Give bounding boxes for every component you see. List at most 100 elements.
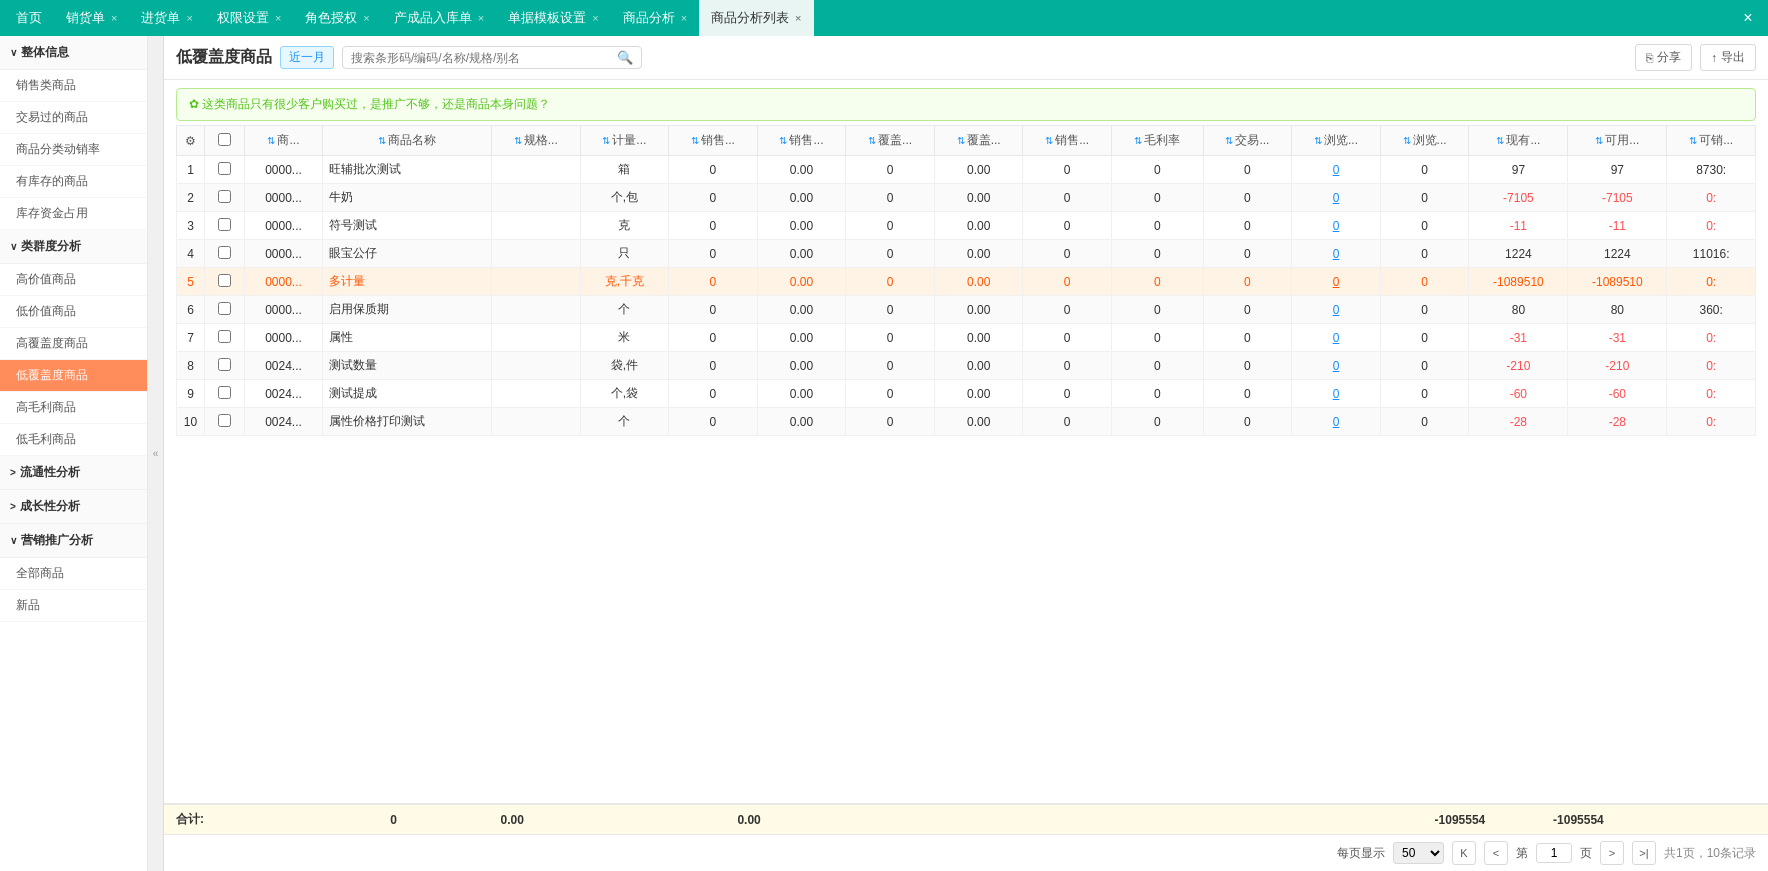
row-select-checkbox[interactable]: [218, 330, 231, 343]
col-name[interactable]: ⇅商品名称: [322, 126, 491, 156]
nav-close-icon[interactable]: ×: [275, 12, 281, 24]
sidebar-item-low-value[interactable]: 低价值商品: [0, 296, 147, 328]
row-checkbox[interactable]: [205, 212, 245, 240]
sidebar-group-overall[interactable]: ∨ 整体信息: [0, 36, 147, 70]
row-checkbox[interactable]: [205, 408, 245, 436]
row-code: 0000...: [245, 156, 322, 184]
row-browse1[interactable]: 0: [1292, 408, 1381, 436]
sidebar-item-low-coverage[interactable]: 低覆盖度商品: [0, 360, 147, 392]
row-checkbox[interactable]: [205, 156, 245, 184]
row-no: 5: [177, 268, 205, 296]
nav-product-analysis[interactable]: 商品分析 ×: [611, 0, 699, 36]
row-select-checkbox[interactable]: [218, 162, 231, 175]
row-select-checkbox[interactable]: [218, 414, 231, 427]
col-unit[interactable]: ⇅计量...: [580, 126, 669, 156]
row-select-checkbox[interactable]: [218, 302, 231, 315]
sidebar-item-new-products[interactable]: 新品: [0, 590, 147, 622]
sidebar-item-in-stock-products[interactable]: 有库存的商品: [0, 166, 147, 198]
col-checkbox[interactable]: [205, 126, 245, 156]
nav-template-settings[interactable]: 单据模板设置 ×: [496, 0, 610, 36]
row-select-checkbox[interactable]: [218, 246, 231, 259]
nav-roles[interactable]: 角色授权 ×: [293, 0, 381, 36]
sidebar-item-all-products[interactable]: 全部商品: [0, 558, 147, 590]
sidebar-item-low-margin[interactable]: 低毛利商品: [0, 424, 147, 456]
row-browse1[interactable]: 0: [1292, 268, 1381, 296]
col-browse2[interactable]: ⇅浏览...: [1380, 126, 1469, 156]
row-select-checkbox[interactable]: [218, 274, 231, 287]
col-coverage2[interactable]: ⇅覆盖...: [934, 126, 1023, 156]
prev-page-button[interactable]: <: [1484, 841, 1508, 865]
col-settings[interactable]: ⚙: [177, 126, 205, 156]
col-current-stock[interactable]: ⇅现有...: [1469, 126, 1568, 156]
col-sales-qty[interactable]: ⇅销售...: [669, 126, 758, 156]
row-checkbox[interactable]: [205, 296, 245, 324]
sidebar-item-high-coverage[interactable]: 高覆盖度商品: [0, 328, 147, 360]
nav-close-icon[interactable]: ×: [795, 12, 801, 24]
row-browse1[interactable]: 0: [1292, 324, 1381, 352]
nav-home[interactable]: 首页: [4, 0, 54, 36]
nav-sales-order[interactable]: 销货单 ×: [54, 0, 129, 36]
row-browse1[interactable]: 0: [1292, 240, 1381, 268]
page-size-select[interactable]: 50 10 20 100: [1393, 842, 1444, 864]
row-checkbox[interactable]: [205, 268, 245, 296]
nav-close-icon[interactable]: ×: [111, 12, 117, 24]
sidebar-item-high-value[interactable]: 高价值商品: [0, 264, 147, 296]
sidebar-item-sales-products[interactable]: 销售类商品: [0, 70, 147, 102]
search-input[interactable]: [351, 51, 617, 65]
col-browse1[interactable]: ⇅浏览...: [1292, 126, 1381, 156]
filter-button[interactable]: 近一月: [280, 46, 334, 69]
sidebar-group-cluster[interactable]: ∨ 类群度分析: [0, 230, 147, 264]
export-button[interactable]: ↑ 导出: [1700, 44, 1756, 71]
col-transaction[interactable]: ⇅交易...: [1203, 126, 1292, 156]
row-checkbox[interactable]: [205, 352, 245, 380]
sidebar-item-high-margin[interactable]: 高毛利商品: [0, 392, 147, 424]
row-browse1[interactable]: 0: [1292, 156, 1381, 184]
sidebar-item-capital-occupation[interactable]: 库存资金占用: [0, 198, 147, 230]
nav-close-icon[interactable]: ×: [186, 12, 192, 24]
nav-permissions[interactable]: 权限设置 ×: [205, 0, 293, 36]
sidebar-group-growth[interactable]: > 成长性分析: [0, 490, 147, 524]
row-select-checkbox[interactable]: [218, 218, 231, 231]
row-select-checkbox[interactable]: [218, 190, 231, 203]
col-sales3[interactable]: ⇅销售...: [1023, 126, 1112, 156]
row-sales-amt: 0.00: [757, 408, 846, 436]
row-browse1[interactable]: 0: [1292, 352, 1381, 380]
col-code[interactable]: ⇅商...: [245, 126, 322, 156]
col-coverage1[interactable]: ⇅覆盖...: [846, 126, 935, 156]
sidebar-group-liquidity[interactable]: > 流通性分析: [0, 456, 147, 490]
nav-purchase-order[interactable]: 进货单 ×: [129, 0, 204, 36]
last-page-button[interactable]: >|: [1632, 841, 1656, 865]
next-page-button[interactable]: >: [1600, 841, 1624, 865]
row-browse1[interactable]: 0: [1292, 380, 1381, 408]
row-sales-amt: 0.00: [757, 156, 846, 184]
row-checkbox[interactable]: [205, 240, 245, 268]
select-all-checkbox[interactable]: [218, 133, 231, 146]
sidebar-item-category-sales-rate[interactable]: 商品分类动销率: [0, 134, 147, 166]
nav-product-warehouse[interactable]: 产成品入库单 ×: [382, 0, 496, 36]
row-select-checkbox[interactable]: [218, 358, 231, 371]
col-saleable-stock[interactable]: ⇅可销...: [1667, 126, 1756, 156]
sidebar-item-traded-products[interactable]: 交易过的商品: [0, 102, 147, 134]
first-page-button[interactable]: K: [1452, 841, 1476, 865]
row-checkbox[interactable]: [205, 324, 245, 352]
nav-close-icon[interactable]: ×: [363, 12, 369, 24]
page-number-input[interactable]: [1536, 843, 1572, 863]
row-browse1[interactable]: 0: [1292, 296, 1381, 324]
row-checkbox[interactable]: [205, 184, 245, 212]
window-close-button[interactable]: ×: [1732, 2, 1764, 34]
row-browse1[interactable]: 0: [1292, 184, 1381, 212]
col-sales-amt[interactable]: ⇅销售...: [757, 126, 846, 156]
col-gross-margin[interactable]: ⇅毛利率: [1112, 126, 1204, 156]
row-checkbox[interactable]: [205, 380, 245, 408]
col-available-stock[interactable]: ⇅可用...: [1568, 126, 1667, 156]
share-button[interactable]: ⎘ 分享: [1635, 44, 1692, 71]
row-select-checkbox[interactable]: [218, 386, 231, 399]
row-browse1[interactable]: 0: [1292, 212, 1381, 240]
nav-close-icon[interactable]: ×: [478, 12, 484, 24]
nav-close-icon[interactable]: ×: [681, 12, 687, 24]
nav-product-analysis-list[interactable]: 商品分析列表 ×: [699, 0, 813, 36]
sidebar-group-marketing[interactable]: ∨ 营销推广分析: [0, 524, 147, 558]
col-spec[interactable]: ⇅规格...: [491, 126, 580, 156]
nav-close-icon[interactable]: ×: [592, 12, 598, 24]
sidebar-collapse-button[interactable]: «: [148, 36, 164, 871]
